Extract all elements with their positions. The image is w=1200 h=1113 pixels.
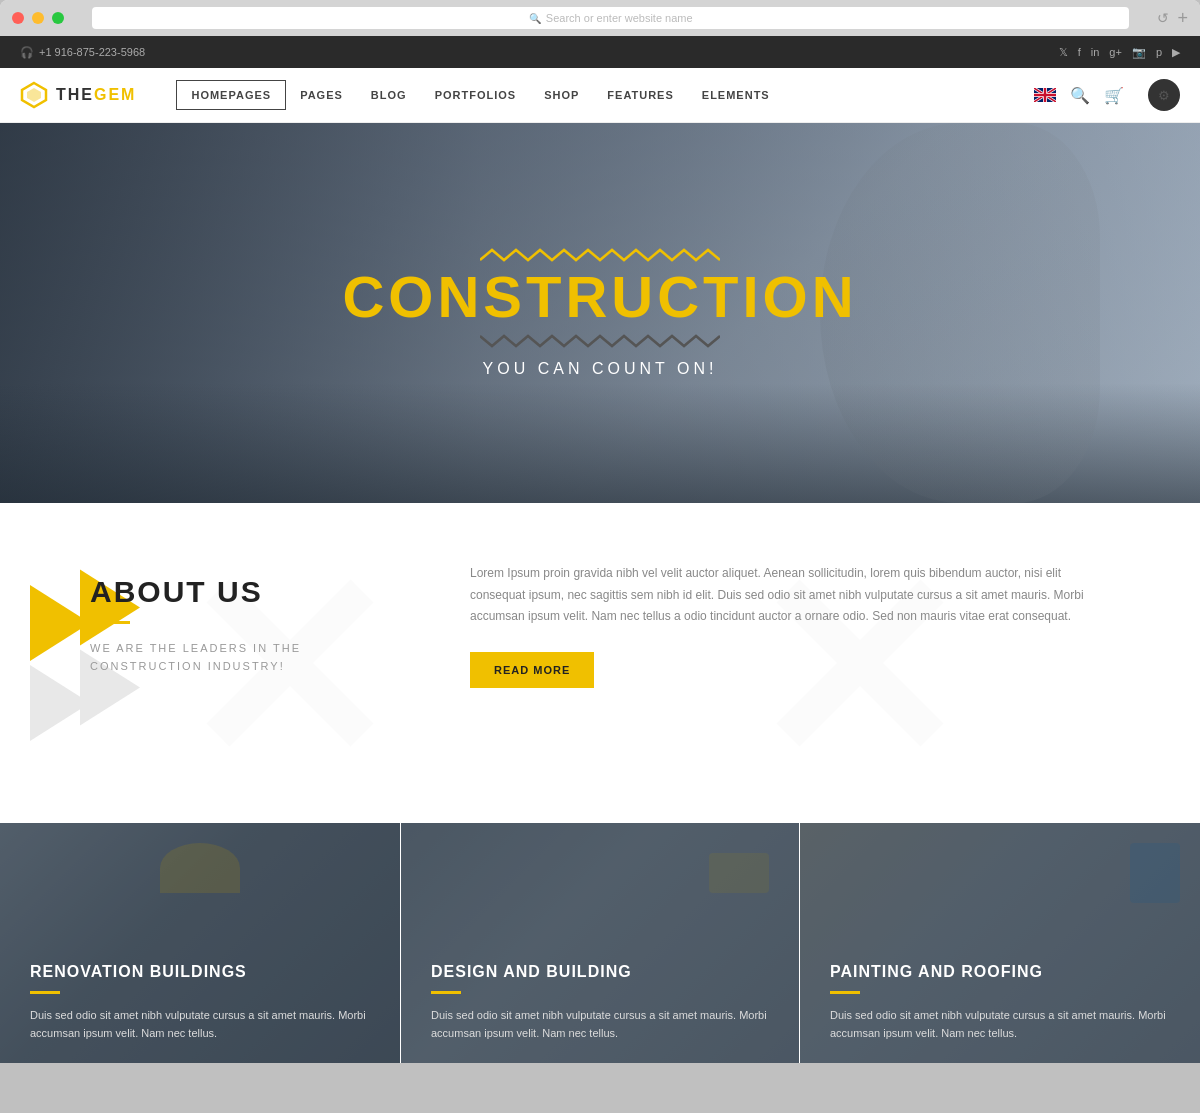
service-card-3-title: PAINTING AND ROOFING — [830, 963, 1170, 981]
service-card-painting[interactable]: PAINTING AND ROOFING Duis sed odio sit a… — [800, 823, 1200, 1063]
about-title-underline — [90, 621, 130, 624]
website-content: 🎧 +1 916-875-223-5968 𝕏 f in g+ 📷 p ▶ — [0, 36, 1200, 1063]
phone-icon: 🎧 — [20, 46, 34, 59]
address-bar[interactable]: 🔍 Search or enter website name — [92, 7, 1129, 29]
nav-elements[interactable]: ELEMENTS — [688, 81, 784, 109]
linkedin-icon[interactable]: in — [1091, 46, 1100, 58]
maximize-button[interactable] — [52, 12, 64, 24]
language-flag[interactable] — [1034, 88, 1056, 102]
logo[interactable]: THEGEM — [20, 81, 136, 109]
browser-titlebar: 🔍 Search or enter website name ↺ + — [0, 0, 1200, 36]
gear-icon: ⚙ — [1158, 88, 1170, 103]
about-subtitle: WE ARE THE LEADERS IN THE CONSTRUCTION I… — [90, 640, 390, 675]
address-text: Search or enter website name — [546, 12, 693, 24]
hero-deco-top — [342, 248, 857, 262]
social-links: 𝕏 f in g+ 📷 p ▶ — [1059, 46, 1180, 59]
hero-person-silhouette — [820, 123, 1100, 503]
settings-button[interactable]: ⚙ — [1148, 79, 1180, 111]
twitter-icon[interactable]: 𝕏 — [1059, 46, 1068, 59]
about-right: Lorem Ipsum proin gravida nibh vel velit… — [470, 563, 1110, 688]
googleplus-icon[interactable]: g+ — [1109, 46, 1122, 58]
service-card-1-line — [30, 991, 60, 994]
about-left: ABOUT US WE ARE THE LEADERS IN THE CONST… — [90, 575, 390, 675]
cart-icon[interactable]: 🛒 — [1104, 86, 1124, 105]
read-more-button[interactable]: READ MoRE — [470, 652, 594, 688]
search-icon: 🔍 — [529, 13, 541, 24]
about-body-text: Lorem Ipsum proin gravida nibh vel velit… — [470, 563, 1110, 628]
new-tab-button[interactable]: + — [1177, 8, 1188, 29]
hero-subtitle: YOU CAN COUNT ON! — [342, 360, 857, 378]
about-title: ABOUT US — [90, 575, 390, 609]
hero-content: CONSTRUCTION YOU CAN COUNT ON! — [342, 248, 857, 378]
navbar: THEGEM HOMEPAGES PAGES BLOG PORTFOLIOS S… — [0, 68, 1200, 123]
close-button[interactable] — [12, 12, 24, 24]
facebook-icon[interactable]: f — [1078, 46, 1081, 58]
service-card-1-content: RENOVATION BUILDINGS Duis sed odio sit a… — [0, 823, 400, 1063]
topbar-phone: 🎧 +1 916-875-223-5968 — [20, 46, 145, 59]
service-card-3-content: PAINTING AND ROOFING Duis sed odio sit a… — [800, 823, 1200, 1063]
about-section: ABOUT US WE ARE THE LEADERS IN THE CONST… — [0, 503, 1200, 823]
logo-icon — [20, 81, 48, 109]
hero-section: CONSTRUCTION YOU CAN COUNT ON! — [0, 123, 1200, 503]
service-card-3-line — [830, 991, 860, 994]
hero-zigzag-top — [480, 248, 720, 262]
hero-deco-bottom — [342, 334, 857, 348]
service-card-3-text: Duis sed odio sit amet nibh vulputate cu… — [830, 1006, 1170, 1043]
nav-portfolios[interactable]: PORTFOLIOS — [421, 81, 531, 109]
browser-window: 🔍 Search or enter website name ↺ + 🎧 +1 … — [0, 0, 1200, 1063]
service-card-design[interactable]: DESIGN AND BUILDING Duis sed odio sit am… — [400, 823, 800, 1063]
minimize-button[interactable] — [32, 12, 44, 24]
service-card-2-title: DESIGN AND BUILDING — [431, 963, 769, 981]
topbar: 🎧 +1 916-875-223-5968 𝕏 f in g+ 📷 p ▶ — [0, 36, 1200, 68]
phone-number: +1 916-875-223-5968 — [39, 46, 145, 58]
nav-shop[interactable]: SHOP — [530, 81, 593, 109]
services-section: RENOVATION BUILDINGS Duis sed odio sit a… — [0, 823, 1200, 1063]
search-icon[interactable]: 🔍 — [1070, 86, 1090, 105]
nav-features[interactable]: FEATURES — [593, 81, 687, 109]
reload-button[interactable]: ↺ — [1157, 10, 1169, 26]
nav-blog[interactable]: BLOG — [357, 81, 421, 109]
youtube-icon[interactable]: ▶ — [1172, 46, 1180, 59]
logo-the: THE — [56, 86, 94, 103]
hero-zigzag-bottom — [480, 334, 720, 348]
logo-gem: GEM — [94, 86, 136, 103]
service-card-renovation[interactable]: RENOVATION BUILDINGS Duis sed odio sit a… — [0, 823, 400, 1063]
nav-actions: 🔍 🛒 ⚙ — [1034, 79, 1180, 111]
service-card-2-content: DESIGN AND BUILDING Duis sed odio sit am… — [401, 823, 799, 1063]
nav-homepages[interactable]: HOMEPAGES — [176, 80, 286, 110]
svg-marker-1 — [27, 88, 41, 102]
service-card-2-line — [431, 991, 461, 994]
service-card-2-text: Duis sed odio sit amet nibh vulputate cu… — [431, 1006, 769, 1043]
logo-text: THEGEM — [56, 86, 136, 104]
hero-title: CONSTRUCTION — [342, 268, 857, 326]
service-card-1-text: Duis sed odio sit amet nibh vulputate cu… — [30, 1006, 370, 1043]
instagram-icon[interactable]: 📷 — [1132, 46, 1146, 59]
pinterest-icon[interactable]: p — [1156, 46, 1162, 58]
about-content: ABOUT US WE ARE THE LEADERS IN THE CONST… — [50, 563, 1150, 688]
nav-links: HOMEPAGES PAGES BLOG PORTFOLIOS SHOP FEA… — [176, 80, 1034, 110]
nav-pages[interactable]: PAGES — [286, 81, 357, 109]
service-card-1-title: RENOVATION BUILDINGS — [30, 963, 370, 981]
